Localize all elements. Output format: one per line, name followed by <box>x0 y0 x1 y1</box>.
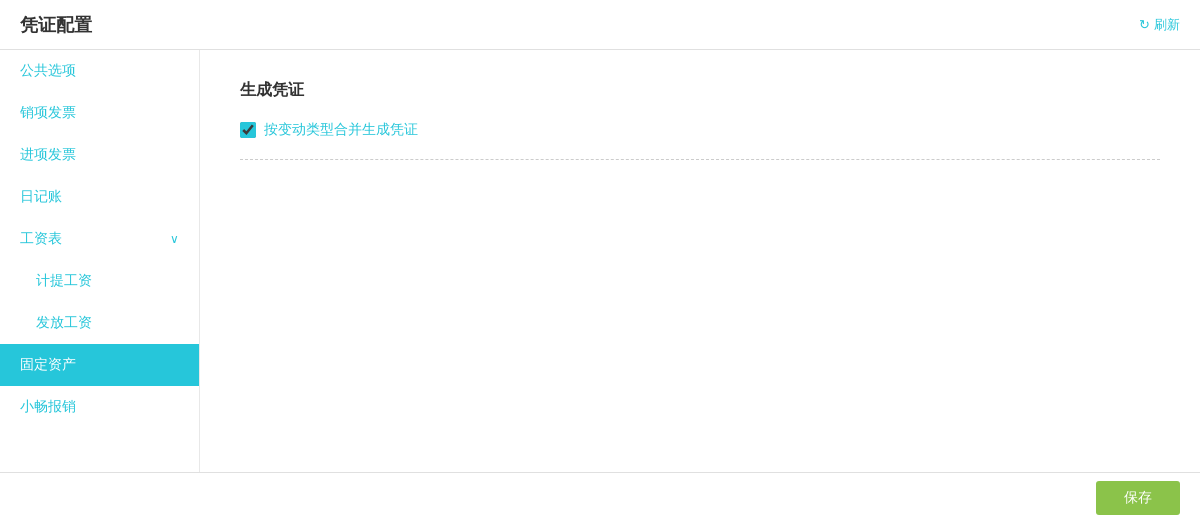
chevron-down-icon: ∨ <box>170 232 179 246</box>
refresh-icon: ↻ <box>1139 17 1150 32</box>
sidebar-item-label-pay-salary: 发放工资 <box>36 314 92 332</box>
section-title: 生成凭证 <box>240 80 1160 101</box>
sidebar-item-public-options[interactable]: 公共选项 <box>0 50 199 92</box>
sidebar-item-label-journal: 日记账 <box>20 188 62 206</box>
sidebar-item-label-public-options: 公共选项 <box>20 62 76 80</box>
sidebar-item-pay-salary[interactable]: 发放工资 <box>0 302 199 344</box>
sidebar-item-label-fixed-assets: 固定资产 <box>20 356 76 374</box>
page-body: 公共选项销项发票进项发票日记账工资表 ∨ 计提工资发放工资固定资产小畅报销 生成凭证… <box>0 50 1200 472</box>
page-header: 凭证配置 ↻ 刷新 <box>0 0 1200 50</box>
sidebar-item-journal[interactable]: 日记账 <box>0 176 199 218</box>
merge-checkbox[interactable] <box>240 122 256 138</box>
sidebar-item-label-sales-invoice: 销项发票 <box>20 104 76 122</box>
sidebar-item-label-payroll-table: 工资表 <box>20 230 62 248</box>
sidebar-item-label-petty-expense: 小畅报销 <box>20 398 76 416</box>
save-button[interactable]: 保存 <box>1096 481 1180 515</box>
sidebar-item-payroll-table[interactable]: 工资表 ∨ <box>0 218 199 260</box>
sidebar-item-label-calc-salary: 计提工资 <box>36 272 92 290</box>
refresh-button[interactable]: ↻ 刷新 <box>1139 16 1180 34</box>
checkbox-row: 按变动类型合并生成凭证 <box>240 121 1160 139</box>
sidebar-item-label-purchase-invoice: 进项发票 <box>20 146 76 164</box>
page-footer: 保存 <box>0 472 1200 522</box>
page-title: 凭证配置 <box>20 13 92 37</box>
sidebar-item-purchase-invoice[interactable]: 进项发票 <box>0 134 199 176</box>
refresh-label: 刷新 <box>1154 16 1180 34</box>
sidebar-item-fixed-assets[interactable]: 固定资产 <box>0 344 199 386</box>
sidebar-item-calc-salary[interactable]: 计提工资 <box>0 260 199 302</box>
section-divider <box>240 159 1160 160</box>
page-wrapper: 凭证配置 ↻ 刷新 公共选项销项发票进项发票日记账工资表 ∨ 计提工资发放工资固定资… <box>0 0 1200 522</box>
merge-checkbox-label[interactable]: 按变动类型合并生成凭证 <box>264 121 418 139</box>
sidebar-item-petty-expense[interactable]: 小畅报销 <box>0 386 199 428</box>
main-content: 生成凭证 按变动类型合并生成凭证 <box>200 50 1200 472</box>
sidebar: 公共选项销项发票进项发票日记账工资表 ∨ 计提工资发放工资固定资产小畅报销 <box>0 50 200 472</box>
sidebar-item-sales-invoice[interactable]: 销项发票 <box>0 92 199 134</box>
